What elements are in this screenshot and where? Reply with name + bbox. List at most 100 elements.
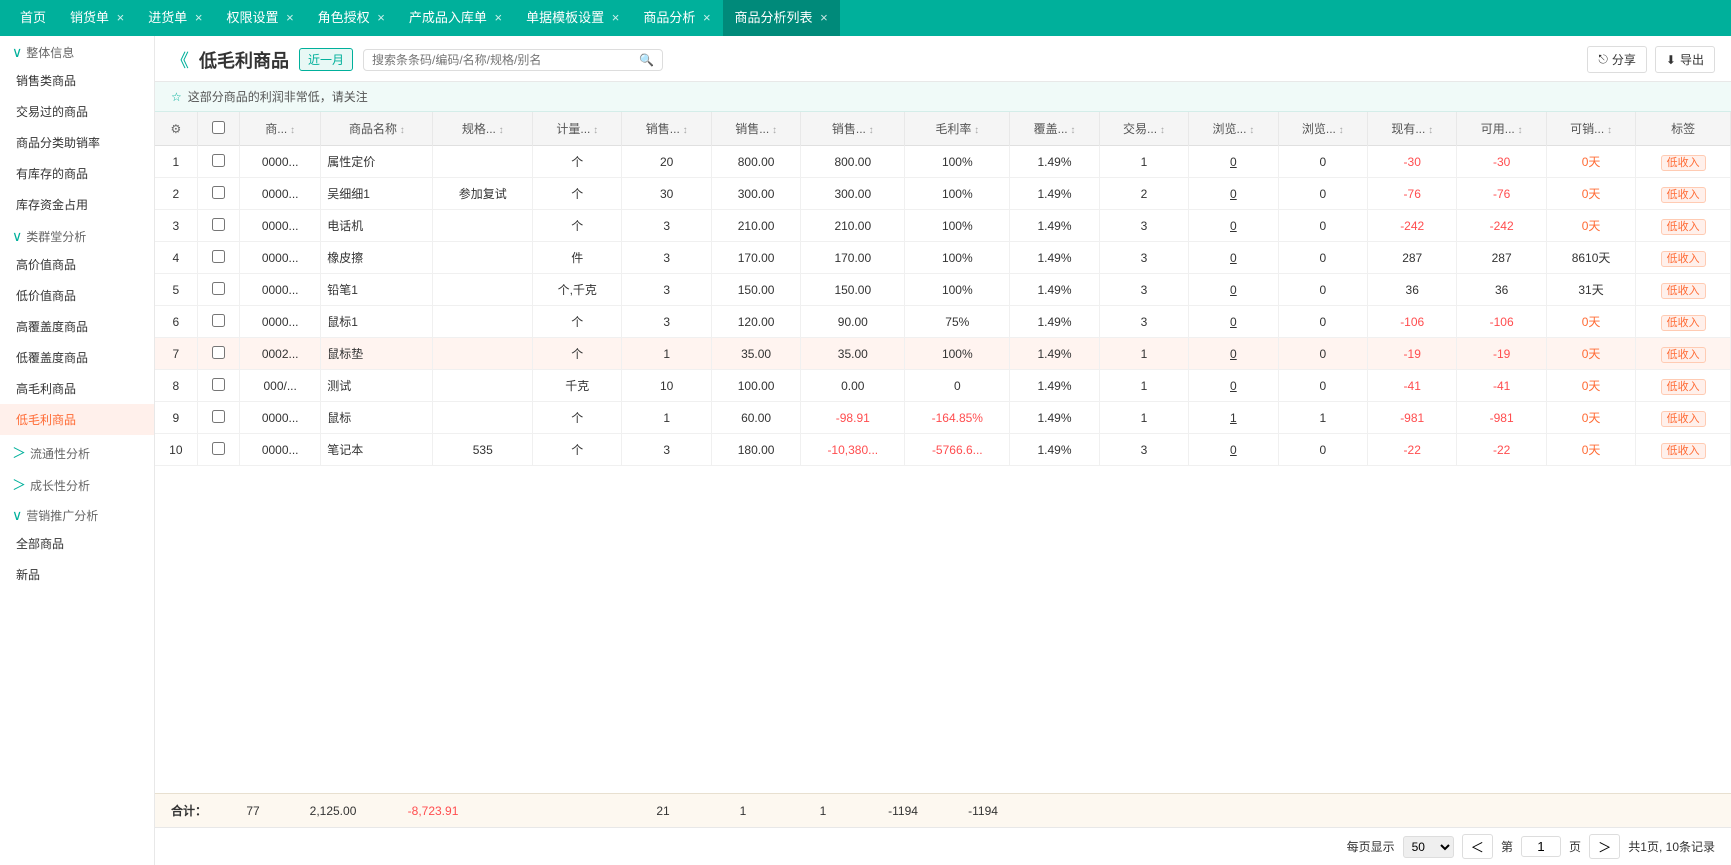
nav-purchase[interactable]: 进货单 × <box>136 0 214 36</box>
row-select-checkbox[interactable] <box>212 218 225 231</box>
sidebar-item-low-value[interactable]: 低价值商品 <box>0 280 154 311</box>
col-unit[interactable]: 计量... <box>533 112 622 146</box>
col-sales-qty[interactable]: 销售... <box>622 112 711 146</box>
sidebar-item-sales-products[interactable]: 销售类商品 <box>0 65 154 96</box>
views1-link[interactable]: 1 <box>1230 411 1237 425</box>
sidebar-item-traded-products[interactable]: 交易过的商品 <box>0 96 154 127</box>
close-analysis-list-icon[interactable]: × <box>820 10 828 25</box>
row-views1[interactable]: 0 <box>1189 274 1278 306</box>
row-views1[interactable]: 0 <box>1189 242 1278 274</box>
sidebar-item-low-coverage[interactable]: 低覆盖度商品 <box>0 342 154 373</box>
row-views1[interactable]: 0 <box>1189 434 1278 466</box>
col-current-stock[interactable]: 现有... <box>1368 112 1457 146</box>
row-select-checkbox[interactable] <box>212 410 225 423</box>
page-input[interactable] <box>1521 836 1561 857</box>
views1-link[interactable]: 0 <box>1230 315 1237 329</box>
col-margin-rate[interactable]: 毛利率 <box>905 112 1010 146</box>
next-page-button[interactable]: ＞ <box>1589 834 1620 859</box>
sidebar-item-in-stock[interactable]: 有库存的商品 <box>0 158 154 189</box>
col-views2[interactable]: 浏览... <box>1278 112 1367 146</box>
row-select-checkbox[interactable] <box>212 442 225 455</box>
col-sales-profit[interactable]: 销售... <box>801 112 905 146</box>
collapse-overall-icon[interactable]: ∨ <box>12 44 22 61</box>
row-checkbox[interactable] <box>197 434 239 466</box>
col-sales-price[interactable]: 销售... <box>711 112 800 146</box>
col-coverage[interactable]: 覆盖... <box>1010 112 1099 146</box>
row-views1[interactable]: 1 <box>1189 402 1278 434</box>
row-checkbox[interactable] <box>197 210 239 242</box>
views1-link[interactable]: 0 <box>1230 347 1237 361</box>
sidebar-item-category-rate[interactable]: 商品分类助销率 <box>0 127 154 158</box>
sidebar-item-stock-capital[interactable]: 库存资金占用 <box>0 189 154 220</box>
col-views1[interactable]: 浏览... <box>1189 112 1278 146</box>
share-button[interactable]: ⎋ 分享 <box>1587 46 1647 73</box>
search-icon[interactable]: 🔍 <box>639 53 654 67</box>
row-checkbox[interactable] <box>197 274 239 306</box>
col-sellable-days[interactable]: 可销... <box>1546 112 1635 146</box>
row-select-checkbox[interactable] <box>212 186 225 199</box>
row-select-checkbox[interactable] <box>212 314 225 327</box>
col-code[interactable]: 商... <box>240 112 321 146</box>
row-views1[interactable]: 0 <box>1189 210 1278 242</box>
settings-icon[interactable]: ⚙ <box>170 122 181 136</box>
row-views1[interactable]: 0 <box>1189 306 1278 338</box>
row-checkbox[interactable] <box>197 338 239 370</box>
nav-warehouse[interactable]: 产成品入库单 × <box>397 0 514 36</box>
row-checkbox[interactable] <box>197 146 239 178</box>
sidebar-item-all-products[interactable]: 全部商品 <box>0 528 154 559</box>
col-checkbox[interactable] <box>197 112 239 146</box>
prev-page-button[interactable]: ＜ <box>1462 834 1493 859</box>
nav-product-analysis[interactable]: 商品分析 × <box>631 0 722 36</box>
close-roles-icon[interactable]: × <box>377 10 385 25</box>
close-warehouse-icon[interactable]: × <box>495 10 503 25</box>
date-badge[interactable]: 近一月 <box>299 48 353 71</box>
row-select-checkbox[interactable] <box>212 282 225 295</box>
nav-roles[interactable]: 角色授权 × <box>306 0 397 36</box>
sidebar-toggle-icon[interactable]: 《 <box>171 47 189 73</box>
row-checkbox[interactable] <box>197 402 239 434</box>
row-checkbox[interactable] <box>197 370 239 402</box>
views1-link[interactable]: 0 <box>1230 443 1237 457</box>
views1-link[interactable]: 0 <box>1230 379 1237 393</box>
row-checkbox[interactable] <box>197 178 239 210</box>
sidebar-item-high-value[interactable]: 高价值商品 <box>0 249 154 280</box>
col-settings[interactable]: ⚙ <box>155 112 197 146</box>
collapse-marketing-icon[interactable]: ∨ <box>12 507 22 524</box>
search-input[interactable] <box>372 53 639 67</box>
row-select-checkbox[interactable] <box>212 154 225 167</box>
row-select-checkbox[interactable] <box>212 378 225 391</box>
export-button[interactable]: ⬇ 导出 <box>1655 46 1715 73</box>
close-sales-icon[interactable]: × <box>117 10 125 25</box>
row-views1[interactable]: 0 <box>1189 146 1278 178</box>
table-container[interactable]: ⚙ 商... 商品名称 规格... 计量... 销售... 销售... 销售..… <box>155 112 1731 793</box>
nav-product-analysis-list[interactable]: 商品分析列表 × <box>723 0 840 36</box>
sidebar-item-high-coverage[interactable]: 高覆盖度商品 <box>0 311 154 342</box>
row-checkbox[interactable] <box>197 242 239 274</box>
select-all-checkbox[interactable] <box>212 121 225 134</box>
collapse-growth-icon[interactable]: ＞ <box>12 475 26 495</box>
row-checkbox[interactable] <box>197 306 239 338</box>
views1-link[interactable]: 0 <box>1230 155 1237 169</box>
nav-home[interactable]: 首页 <box>8 0 58 36</box>
views1-link[interactable]: 0 <box>1230 251 1237 265</box>
collapse-cluster-icon[interactable]: ∨ <box>12 228 22 245</box>
nav-templates[interactable]: 单据模板设置 × <box>514 0 631 36</box>
sidebar-item-high-margin[interactable]: 高毛利商品 <box>0 373 154 404</box>
row-views1[interactable]: 0 <box>1189 370 1278 402</box>
sidebar-item-new-products[interactable]: 新品 <box>0 559 154 590</box>
row-views1[interactable]: 0 <box>1189 338 1278 370</box>
views1-link[interactable]: 0 <box>1230 283 1237 297</box>
sidebar-item-low-margin[interactable]: 低毛利商品 <box>0 404 154 435</box>
col-available[interactable]: 可用... <box>1457 112 1546 146</box>
close-permissions-icon[interactable]: × <box>286 10 294 25</box>
collapse-flow-icon[interactable]: ＞ <box>12 443 26 463</box>
nav-permissions[interactable]: 权限设置 × <box>214 0 305 36</box>
nav-sales[interactable]: 销货单 × <box>58 0 136 36</box>
views1-link[interactable]: 0 <box>1230 219 1237 233</box>
views1-link[interactable]: 0 <box>1230 187 1237 201</box>
row-select-checkbox[interactable] <box>212 250 225 263</box>
col-trade-count[interactable]: 交易... <box>1099 112 1188 146</box>
row-select-checkbox[interactable] <box>212 346 225 359</box>
col-spec[interactable]: 规格... <box>433 112 533 146</box>
row-views1[interactable]: 0 <box>1189 178 1278 210</box>
